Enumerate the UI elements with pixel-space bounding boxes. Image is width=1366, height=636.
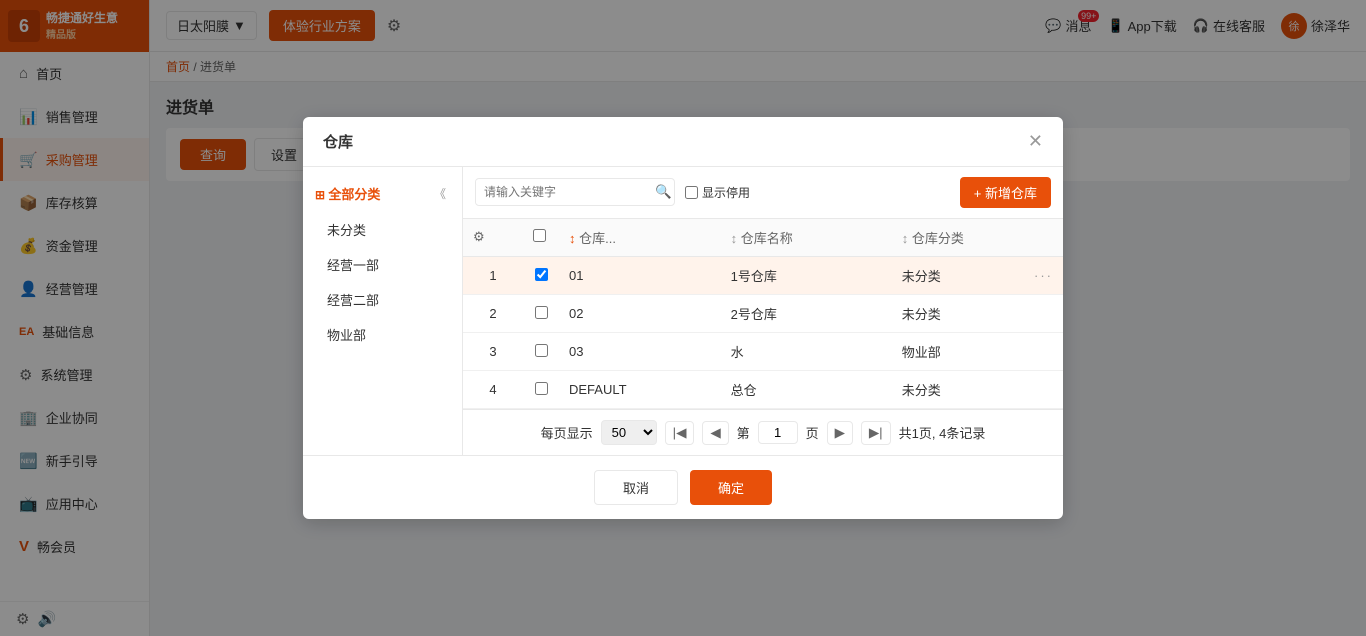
add-warehouse-button[interactable]: + 新增仓库 (960, 177, 1051, 208)
row-num: 4 (463, 371, 523, 409)
page-input[interactable] (758, 421, 798, 444)
show-disabled-checkbox[interactable] (685, 186, 698, 199)
modal-header: 仓库 ✕ (303, 117, 1063, 167)
modal-close-button[interactable]: ✕ (1028, 131, 1043, 152)
th-actions: ⚙ (463, 219, 523, 257)
row-checkbox[interactable] (523, 333, 559, 371)
pagination: 每页显示 50 20 100 |◀ ◀ 第 页 ▶ ▶| 共1页, 4条记录 (463, 409, 1063, 455)
total-info: 共1页, 4条记录 (899, 423, 986, 442)
table-panel: 🔍 显示停用 + 新增仓库 ⚙ (463, 167, 1063, 456)
row-category: 未分类 (892, 295, 1063, 333)
sort-icon-cat: ↕ (902, 231, 912, 246)
category-all[interactable]: ⊞ 全部分类 《 (303, 175, 462, 212)
table-row[interactable]: 4 DEFAULT 总仓 未分类 (463, 371, 1063, 409)
sort-icon: ↕ (569, 231, 579, 246)
modal-overlay: 仓库 ✕ ⊞ 全部分类 《 未分类 经营一部 (0, 0, 1366, 636)
show-disabled-text: 显示停用 (702, 184, 750, 201)
th-name: ↕ 仓库名称 (721, 219, 892, 257)
next-page-button[interactable]: ▶ (827, 421, 853, 445)
table-toolbar: 🔍 显示停用 + 新增仓库 (463, 167, 1063, 219)
category-item-property[interactable]: 物业部 (303, 317, 462, 352)
last-page-button[interactable]: ▶| (861, 421, 891, 445)
category-item-ops2[interactable]: 经营二部 (303, 282, 462, 317)
page-suffix: 页 (806, 423, 819, 442)
category-item-ops1[interactable]: 经营一部 (303, 247, 462, 282)
warehouse-table: ⚙ ↕ 仓库... ↕ (463, 219, 1063, 410)
search-box: 🔍 (475, 178, 675, 206)
prev-page-button[interactable]: ◀ (702, 421, 728, 445)
modal-footer: 取消 确定 (303, 455, 1063, 519)
search-button[interactable]: 🔍 (647, 179, 675, 205)
category-collapse-button[interactable]: 《 (430, 183, 450, 204)
row-code: 03 (559, 333, 721, 371)
grid-icon: ⊞ (315, 188, 328, 202)
th-category: ↕ 仓库分类 (892, 219, 1063, 257)
row-name: 水 (721, 333, 892, 371)
modal-title: 仓库 (323, 131, 353, 152)
per-page-label: 每页显示 (541, 423, 593, 442)
row-name: 总仓 (721, 371, 892, 409)
row-code: 02 (559, 295, 721, 333)
row-checkbox[interactable] (523, 256, 559, 295)
th-checkbox (523, 219, 559, 257)
show-disabled-label: 显示停用 (685, 184, 750, 201)
sort-icon-name: ↕ (731, 231, 741, 246)
category-panel: ⊞ 全部分类 《 未分类 经营一部 经营二部 物业部 (303, 167, 463, 456)
cancel-button[interactable]: 取消 (594, 470, 678, 505)
category-all-label: 全部分类 (328, 187, 380, 202)
table-row[interactable]: 3 03 水 物业部 (463, 333, 1063, 371)
row-code: 01 (559, 256, 721, 295)
category-item-label: 经营一部 (327, 258, 379, 273)
row-name: 2号仓库 (721, 295, 892, 333)
row-num: 2 (463, 295, 523, 333)
row-checkbox[interactable] (523, 295, 559, 333)
category-item-label: 物业部 (327, 328, 366, 343)
row-category: 未分类··· (892, 257, 1063, 295)
row-actions-icon[interactable]: ··· (1034, 268, 1053, 283)
category-item-unclassified[interactable]: 未分类 (303, 212, 462, 247)
row-code: DEFAULT (559, 371, 721, 409)
warehouse-modal: 仓库 ✕ ⊞ 全部分类 《 未分类 经营一部 (303, 117, 1063, 520)
table-row[interactable]: 2 02 2号仓库 未分类 (463, 295, 1063, 333)
search-input[interactable] (476, 180, 647, 204)
page-label: 第 (737, 423, 750, 442)
row-num: 1 (463, 256, 523, 295)
th-code: ↕ 仓库... (559, 219, 721, 257)
row-num: 3 (463, 333, 523, 371)
category-item-label: 未分类 (327, 223, 366, 238)
row-category: 物业部 (892, 333, 1063, 371)
select-all-checkbox[interactable] (533, 229, 546, 242)
category-item-label: 经营二部 (327, 293, 379, 308)
row-name: 1号仓库 (721, 256, 892, 295)
table-row[interactable]: 1 01 1号仓库 未分类··· (463, 256, 1063, 295)
gear-col-icon[interactable]: ⚙ (473, 229, 485, 244)
row-category: 未分类 (892, 371, 1063, 409)
row-checkbox[interactable] (523, 371, 559, 409)
table-scroll-area: ⚙ ↕ 仓库... ↕ (463, 219, 1063, 410)
modal-body: ⊞ 全部分类 《 未分类 经营一部 经营二部 物业部 (303, 167, 1063, 456)
first-page-button[interactable]: |◀ (665, 421, 695, 445)
confirm-button[interactable]: 确定 (690, 470, 772, 505)
per-page-select[interactable]: 50 20 100 (601, 420, 657, 445)
